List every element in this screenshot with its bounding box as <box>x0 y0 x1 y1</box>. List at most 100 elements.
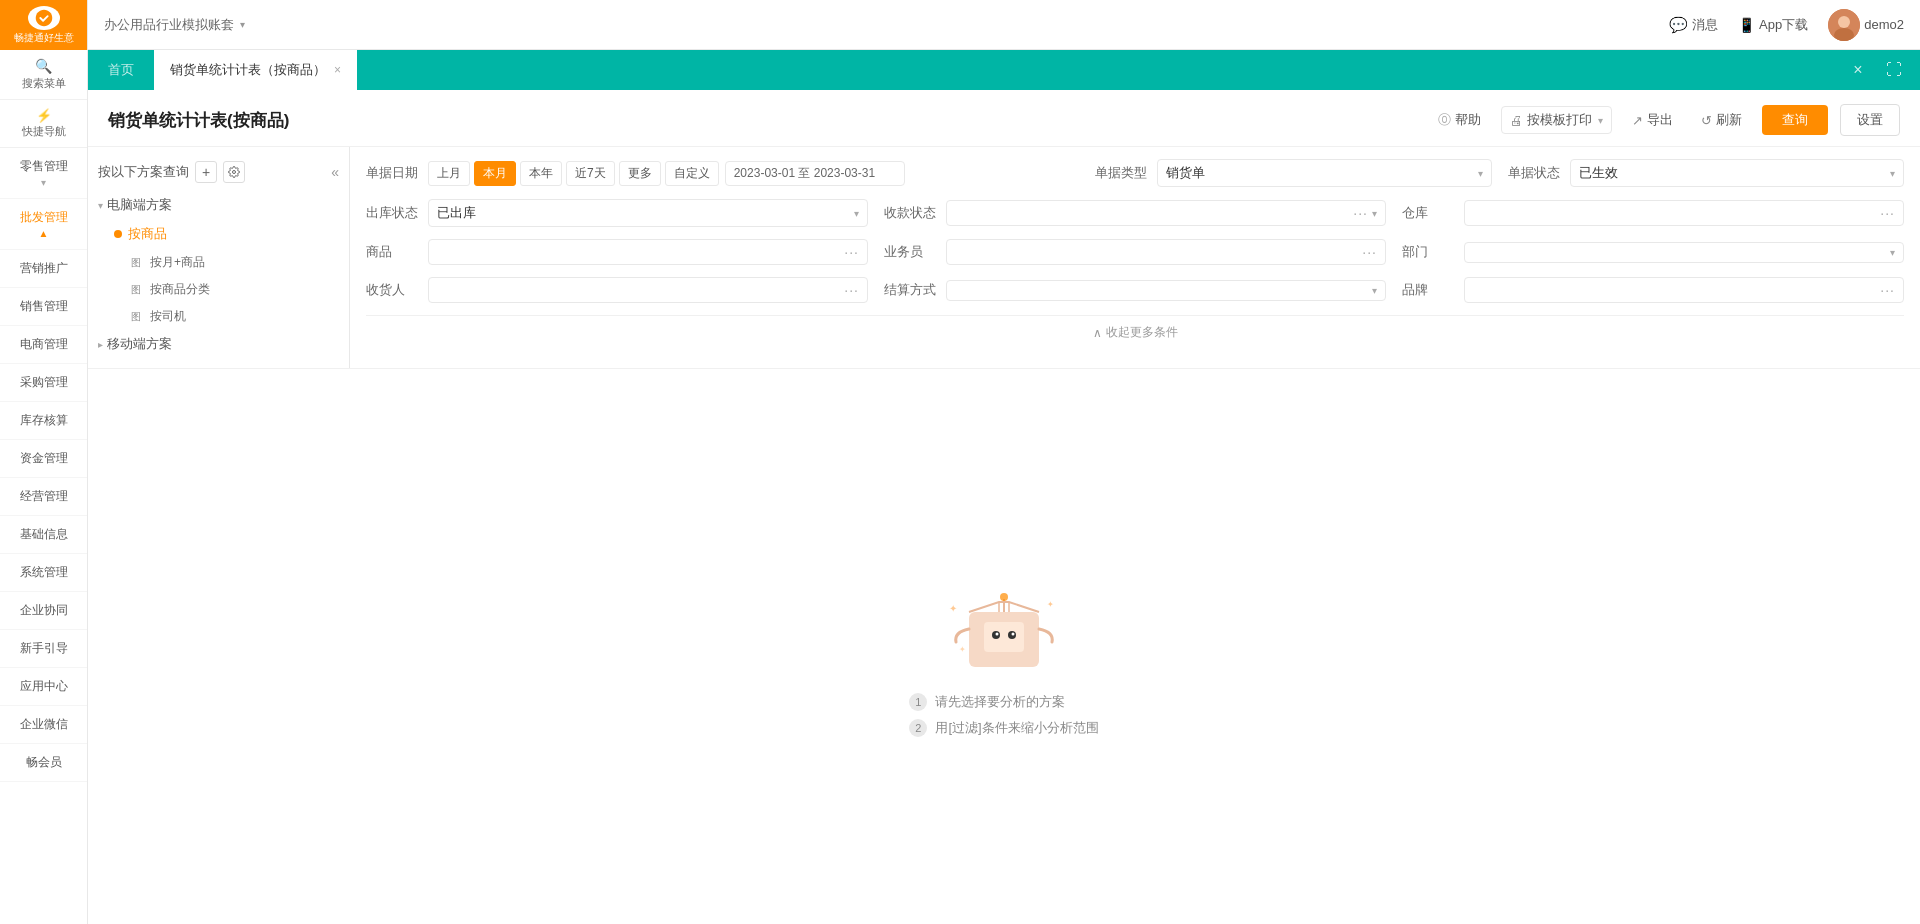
plan-group-mobile-header[interactable]: ▸ 移动端方案 <box>88 330 349 358</box>
salesman-control[interactable]: ··· <box>946 239 1386 265</box>
date-btn-last-month[interactable]: 上月 <box>428 161 470 186</box>
page-content: 销货单统计计表(按商品) ⓪ 帮助 🖨 按模板打印 ▾ ↗ 导出 ↺ 刷新 <box>88 90 1920 924</box>
salesman-dots[interactable]: ··· <box>1362 244 1377 260</box>
member-label: 畅会员 <box>26 754 62 771</box>
quicknav-label: 快捷导航 <box>6 124 81 139</box>
mobile-group-label: 移动端方案 <box>107 335 172 353</box>
date-range-input[interactable]: 2023-03-01 至 2023-03-31 <box>725 161 905 186</box>
sidebar-item-system[interactable]: 系统管理 <box>0 554 87 592</box>
date-btn-this-year[interactable]: 本年 <box>520 161 562 186</box>
filter-row-4: 收货人 ··· 结算方式 品牌 <box>366 277 1904 303</box>
plan-group-pc-header[interactable]: ▾ 电脑端方案 <box>88 191 349 219</box>
operations-label: 经营管理 <box>20 488 68 505</box>
messages-btn[interactable]: 💬 消息 <box>1669 16 1718 34</box>
doc-type-arrow <box>1478 168 1483 179</box>
plan-item-by-goods[interactable]: 按商品 <box>88 219 349 249</box>
brand-control[interactable]: ··· <box>1464 277 1904 303</box>
receipt-status-dots[interactable]: ··· <box>1353 205 1368 221</box>
sidebar-item-wholesale[interactable]: 批发管理 ▲ <box>0 199 87 250</box>
sidebar-item-ecommerce[interactable]: 电商管理 <box>0 326 87 364</box>
sidebar-item-basic[interactable]: 基础信息 <box>0 516 87 554</box>
username: demo2 <box>1864 17 1904 32</box>
svg-point-8 <box>996 632 999 635</box>
download-btn[interactable]: 📱 App下载 <box>1738 16 1808 34</box>
brand-dots[interactable]: ··· <box>1880 282 1895 298</box>
quick-nav[interactable]: ⚡ 快捷导航 <box>0 100 87 148</box>
enterprise-label: 企业协同 <box>20 602 68 619</box>
collapse-conditions-btn[interactable]: ∧ 收起更多条件 <box>1093 324 1178 341</box>
empty-tip-2: 2 用[过滤]条件来缩小分析范围 <box>909 719 1098 737</box>
tab-bar: 首页 销货单统计计表（按商品） × × ⛶ <box>88 50 1920 90</box>
user-menu[interactable]: demo2 <box>1828 9 1904 41</box>
tab-home-label: 首页 <box>108 61 134 79</box>
refresh-btn[interactable]: ↺ 刷新 <box>1693 107 1750 133</box>
print-btn[interactable]: 🖨 按模板打印 ▾ <box>1501 106 1612 134</box>
refresh-icon: ↺ <box>1701 113 1712 128</box>
empty-tip-1-text: 请先选择要分析的方案 <box>935 693 1065 711</box>
plan-item-month-goods[interactable]: 图 按月+商品 <box>88 249 349 276</box>
plan-group-mobile: ▸ 移动端方案 <box>88 330 349 358</box>
sidebar-item-guide[interactable]: 新手引导 <box>0 630 87 668</box>
settings-btn[interactable]: 设置 <box>1840 104 1900 136</box>
query-btn[interactable]: 查询 <box>1762 105 1828 135</box>
tab-home[interactable]: 首页 <box>88 50 154 90</box>
header-right: 💬 消息 📱 App下载 demo2 <box>1669 9 1904 41</box>
settlement-control[interactable] <box>946 280 1386 301</box>
filter-receiver: 收货人 ··· <box>366 277 868 303</box>
sidebar: 畅捷通好生意 🔍 搜索菜单 ⚡ 快捷导航 零售管理 批发管理 ▲ 营销推广 销售… <box>0 0 88 924</box>
plan-item-goods-category[interactable]: 图 按商品分类 <box>88 276 349 303</box>
svg-rect-5 <box>984 622 1024 652</box>
sidebar-search[interactable]: 🔍 搜索菜单 <box>0 50 87 100</box>
tab-minimize-btn[interactable]: × <box>1844 56 1872 84</box>
pc-group-label: 电脑端方案 <box>107 196 172 214</box>
tab-close-btn[interactable]: × <box>334 63 341 77</box>
sidebar-item-purchase[interactable]: 采购管理 <box>0 364 87 402</box>
tip-num-1: 1 <box>909 693 927 711</box>
warehouse-label: 仓库 <box>1402 204 1458 222</box>
receiver-control[interactable]: ··· <box>428 277 868 303</box>
warehouse-dots[interactable]: ··· <box>1880 205 1895 221</box>
doc-type-control[interactable]: 销货单 <box>1157 159 1491 187</box>
export-btn[interactable]: ↗ 导出 <box>1624 107 1681 133</box>
sidebar-item-member[interactable]: 畅会员 <box>0 744 87 782</box>
breadcrumb-dropdown[interactable] <box>240 19 245 30</box>
marketing-label: 营销推广 <box>20 260 68 277</box>
tab-maximize-btn[interactable]: ⛶ <box>1880 56 1908 84</box>
tab-current[interactable]: 销货单统计计表（按商品） × <box>154 50 357 90</box>
out-status-control[interactable]: 已出库 <box>428 199 868 227</box>
help-btn[interactable]: ⓪ 帮助 <box>1430 107 1489 133</box>
receipt-status-arrow <box>1372 208 1377 219</box>
sidebar-item-operations[interactable]: 经营管理 <box>0 478 87 516</box>
goods-dots[interactable]: ··· <box>844 244 859 260</box>
receiver-dots[interactable]: ··· <box>844 282 859 298</box>
plan-month-goods-label: 按月+商品 <box>150 254 205 271</box>
filter-dept: 部门 <box>1402 242 1904 263</box>
sidebar-item-retail[interactable]: 零售管理 <box>0 148 87 199</box>
date-btn-this-month[interactable]: 本月 <box>474 161 516 186</box>
sidebar-item-finance[interactable]: 资金管理 <box>0 440 87 478</box>
sidebar-item-enterprise[interactable]: 企业协同 <box>0 592 87 630</box>
goods-control[interactable]: ··· <box>428 239 868 265</box>
help-icon: ⓪ <box>1438 111 1451 129</box>
doc-status-arrow <box>1890 168 1895 179</box>
doc-status-control[interactable]: 已生效 <box>1570 159 1904 187</box>
edit-plan-btn[interactable] <box>223 161 245 183</box>
warehouse-control[interactable]: ··· <box>1464 200 1904 226</box>
sidebar-item-corpwx[interactable]: 企业微信 <box>0 706 87 744</box>
receipt-status-control[interactable]: ··· <box>946 200 1386 226</box>
add-plan-btn[interactable]: + <box>195 161 217 183</box>
filter-area: 按以下方案查询 + « ▾ 电脑端方案 <box>88 147 1920 369</box>
tab-bar-actions: × ⛶ <box>1844 56 1920 84</box>
sidebar-item-sales[interactable]: 销售管理 <box>0 288 87 326</box>
date-btn-custom[interactable]: 自定义 <box>665 161 719 186</box>
collapse-plan-btn[interactable]: « <box>331 164 339 180</box>
sidebar-item-inventory[interactable]: 库存核算 <box>0 402 87 440</box>
date-btn-last7[interactable]: 近7天 <box>566 161 615 186</box>
date-btn-more[interactable]: 更多 <box>619 161 661 186</box>
plan-item-driver[interactable]: 图 按司机 <box>88 303 349 330</box>
sidebar-item-appcenter[interactable]: 应用中心 <box>0 668 87 706</box>
sidebar-item-marketing[interactable]: 营销推广 <box>0 250 87 288</box>
dept-control[interactable] <box>1464 242 1904 263</box>
dept-arrow <box>1890 247 1895 258</box>
plan-panel-title: 按以下方案查询 <box>98 163 189 181</box>
